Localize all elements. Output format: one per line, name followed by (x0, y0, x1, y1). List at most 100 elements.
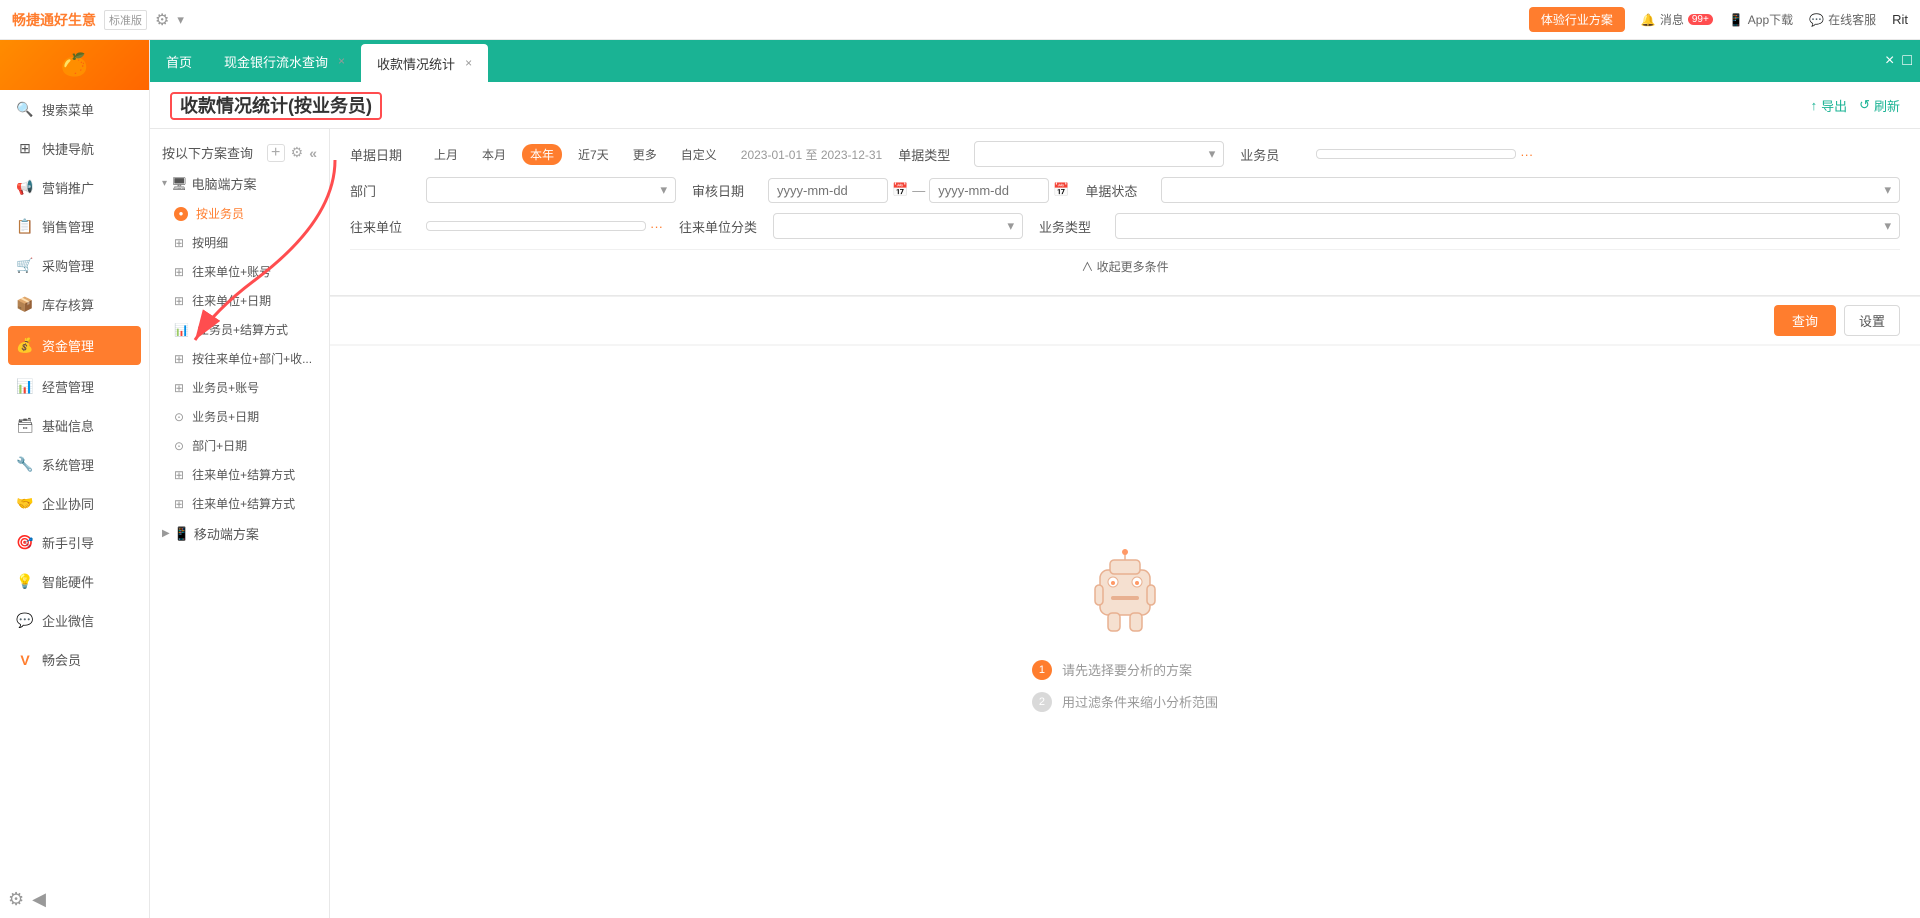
doctype-select[interactable]: ▾ (974, 141, 1224, 167)
filter-row-3: 往来单位 ··· 往来单位分类 ▾ 业务类型 (350, 213, 1900, 239)
sidebar-label-marketing: 营销推广 (42, 178, 94, 197)
sidebar-item-operation[interactable]: 📊 经营管理 (0, 367, 149, 406)
mobile-group-label: 移动端方案 (194, 524, 259, 543)
export-btn[interactable]: ↑ 导出 (1811, 96, 1848, 115)
sidebar-item-guide[interactable]: 🎯 新手引导 (0, 523, 149, 562)
basic-icon: 🗃 (16, 417, 34, 435)
sidebar-item-basic[interactable]: 🗃 基础信息 (0, 406, 149, 445)
scheme-item-bydeptdate[interactable]: ⊙ 部门+日期 (150, 431, 329, 460)
partner-category-select[interactable]: ▾ (773, 213, 1023, 239)
sidebar-label-member: 畅会员 (42, 650, 81, 669)
audit-date-from[interactable] (768, 178, 888, 203)
scheme-item-byunitsettle1[interactable]: ⊞ 往来单位+结算方式 (150, 460, 329, 489)
scheme-item-bydetail[interactable]: ⊞ 按明细 (150, 228, 329, 257)
sidebar-item-inventory[interactable]: 📦 库存核算 (0, 285, 149, 324)
sidebar-settings-btn[interactable]: ⚙ (8, 889, 24, 910)
sidebar-item-search[interactable]: 🔍 搜索菜单 (0, 90, 149, 129)
collapse-bar[interactable]: ∧ 收起更多条件 (350, 249, 1900, 283)
partner-select[interactable] (426, 221, 646, 231)
tab-collection[interactable]: 收款情况统计 × (361, 44, 488, 82)
scheme-item-bystaffdate[interactable]: ⊙ 业务员+日期 (150, 402, 329, 431)
biz-type-select[interactable]: ▾ (1115, 213, 1900, 239)
window-close-btn[interactable]: × (1885, 52, 1894, 70)
audit-date-label: 审核日期 (692, 181, 752, 200)
scheme-group-mobile-title[interactable]: ▶ 📱 移动端方案 (150, 518, 329, 549)
byunitsettle2-label: 往来单位+结算方式 (192, 495, 295, 512)
byunitdeptcollect-label: 按往来单位+部门+收... (192, 350, 312, 367)
date-7days-btn[interactable]: 近7天 (570, 144, 617, 165)
scheme-add-btn[interactable]: + (267, 144, 285, 162)
logo-text: 畅捷通好生意 (12, 10, 96, 30)
top-settings-icon[interactable]: ⚙ (155, 10, 169, 30)
bydetail-icon: ⊞ (174, 236, 184, 250)
page-header-actions: ↑ 导出 ↺ 刷新 (1811, 96, 1900, 115)
byunitaccount-icon: ⊞ (174, 265, 184, 279)
content-inner: 按以下方案查询 + ⚙ « ▾ 🖥 电脑端方案 ● (150, 129, 1920, 918)
date-this-month-btn[interactable]: 本月 (474, 144, 514, 165)
scheme-item-bystaff[interactable]: ● 按业务员 (150, 199, 329, 228)
operation-icon: 📊 (16, 378, 34, 396)
empty-area: 1 请先选择要分析的方案 2 用过滤条件来缩小分析范围 (330, 346, 1920, 918)
scheme-item-bystaffaccount[interactable]: ⊞ 业务员+账号 (150, 373, 329, 402)
app-download-btn[interactable]: 📱 App下载 (1729, 11, 1793, 28)
sidebar-item-hardware[interactable]: 💡 智能硬件 (0, 562, 149, 601)
date-this-year-btn[interactable]: 本年 (522, 144, 562, 165)
scheme-item-byunitdeptcollect[interactable]: ⊞ 按往来单位+部门+收... (150, 344, 329, 373)
settings-btn[interactable]: 设置 (1844, 305, 1900, 336)
partner-more-btn[interactable]: ··· (650, 219, 663, 234)
tab-bankflow-close[interactable]: × (338, 54, 345, 68)
bydetail-label: 按明细 (192, 234, 228, 251)
date-custom-btn[interactable]: 自定义 (673, 144, 725, 165)
scheme-settings-btn[interactable]: ⚙ (291, 144, 304, 161)
sidebar-item-marketing[interactable]: 📢 营销推广 (0, 168, 149, 207)
partner-category-arrow: ▾ (1007, 218, 1014, 234)
notice-btn[interactable]: 🔔 消息 99+ (1641, 11, 1713, 28)
calendar-icon-from[interactable]: 📅 (892, 182, 908, 198)
dept-select[interactable]: ▾ (426, 177, 676, 203)
window-max-btn[interactable]: □ (1902, 52, 1912, 70)
sidebar-item-finance[interactable]: 💰 资金管理 (8, 326, 141, 365)
dropdown-icon[interactable]: ▾ (177, 12, 184, 28)
audit-date-to[interactable] (929, 178, 1049, 203)
doc-status-select[interactable]: ▾ (1161, 177, 1900, 203)
bystaffaccount-label: 业务员+账号 (192, 379, 259, 396)
scheme-item-bystaffsettle[interactable]: 📊 业务员+结算方式 (150, 315, 329, 344)
tab-collection-close[interactable]: × (465, 56, 472, 70)
sidebar-item-sales[interactable]: 📋 销售管理 (0, 207, 149, 246)
sidebar-item-wechat[interactable]: 💬 企业微信 (0, 601, 149, 640)
query-btn[interactable]: 查询 (1774, 305, 1836, 336)
scheme-item-byunitsettle2[interactable]: ⊞ 往来单位+结算方式 (150, 489, 329, 518)
staff-label: 业务员 (1240, 145, 1300, 164)
sidebar-item-enterprise[interactable]: 🤝 企业协同 (0, 484, 149, 523)
bystaff-icon: ● (174, 207, 188, 221)
right-panel: 单据日期 上月 本月 本年 近7天 更多 自定义 2023-01-01 至 20… (330, 129, 1920, 918)
date-last-month-btn[interactable]: 上月 (426, 144, 466, 165)
service-btn[interactable]: 💬 在线客服 (1809, 11, 1876, 28)
sidebar-item-member[interactable]: V 畅会员 (0, 640, 149, 679)
sidebar-collapse-btn[interactable]: ◀ (32, 889, 46, 910)
tab-bankflow[interactable]: 现金银行流水查询 × (208, 40, 361, 82)
date-label: 单据日期 (350, 145, 410, 164)
scheme-item-byunitdate[interactable]: ⊞ 往来单位+日期 (150, 286, 329, 315)
byunitaccount-label: 往来单位+账号 (192, 263, 271, 280)
sidebar-item-purchase[interactable]: 🛒 采购管理 (0, 246, 149, 285)
calendar-icon-to[interactable]: 📅 (1053, 182, 1069, 198)
trial-btn[interactable]: 体验行业方案 (1529, 7, 1625, 32)
partner-label: 往来单位 (350, 217, 410, 236)
sidebar-item-quicknav[interactable]: ⊞ 快捷导航 (0, 129, 149, 168)
sidebar-item-system[interactable]: 🔧 系统管理 (0, 445, 149, 484)
refresh-btn[interactable]: ↺ 刷新 (1859, 96, 1900, 115)
staff-select[interactable] (1316, 149, 1516, 159)
tab-home[interactable]: 首页 (150, 40, 208, 82)
tab-bar-end: × □ (1885, 52, 1920, 70)
step-2-num: 2 (1032, 692, 1052, 712)
sidebar-label-finance: 资金管理 (42, 336, 94, 355)
date-more-btn[interactable]: 更多 (625, 144, 665, 165)
tab-collection-label: 收款情况统计 (377, 54, 455, 73)
scheme-item-byunitaccount[interactable]: ⊞ 往来单位+账号 (150, 257, 329, 286)
scheme-collapse-btn[interactable]: « (309, 145, 317, 161)
bydeptdate-icon: ⊙ (174, 439, 184, 453)
staff-more-btn[interactable]: ··· (1520, 147, 1533, 162)
scheme-group-desktop-title[interactable]: ▾ 🖥 电脑端方案 (150, 168, 329, 199)
filter-row-2: 部门 ▾ 审核日期 📅 — 📅 单据状 (350, 177, 1900, 203)
